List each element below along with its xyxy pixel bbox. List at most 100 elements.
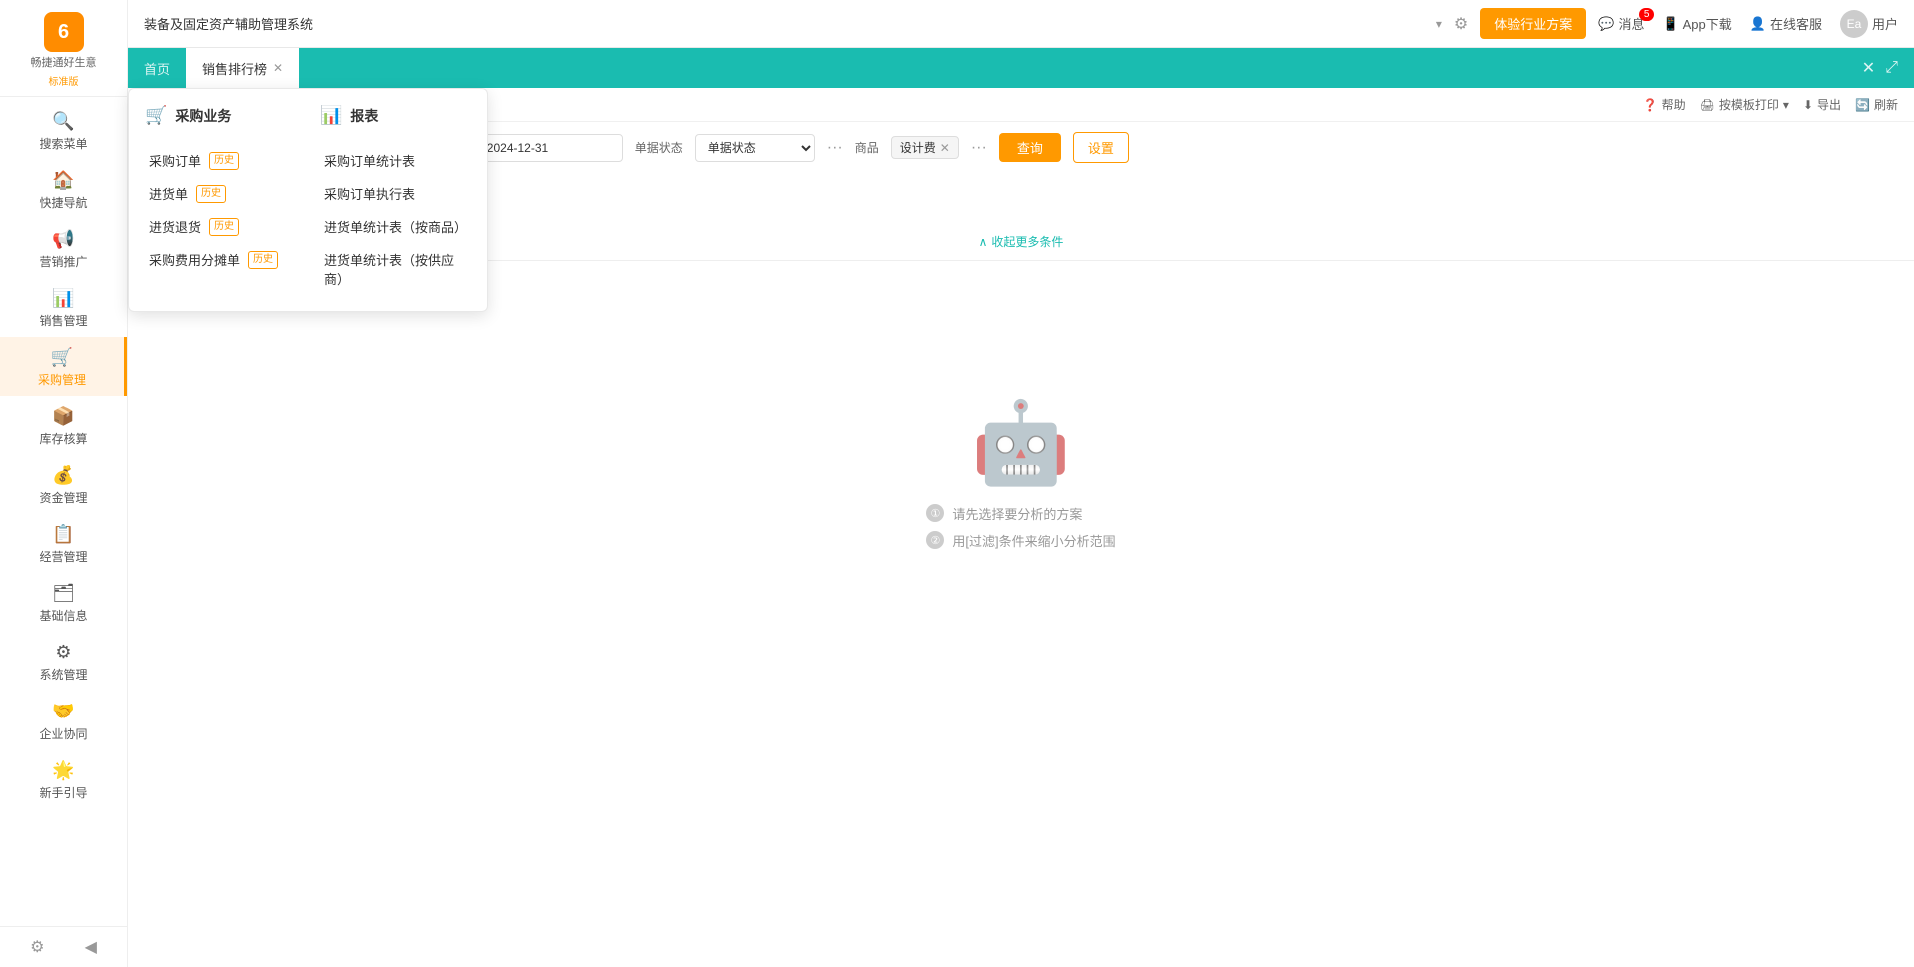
sidebar-item-label: 基础信息 xyxy=(39,607,87,624)
help-icon: ❓ xyxy=(1643,98,1658,112)
sidebar-item-label: 企业协同 xyxy=(39,725,87,742)
sidebar-item-finance[interactable]: 💰 资金管理 xyxy=(0,455,127,514)
user-label: 用户 xyxy=(1872,14,1898,33)
topbar-dropdown-arrow[interactable]: ▾ xyxy=(1436,17,1442,31)
print-btn[interactable]: 🖨 按模板打印 ▾ xyxy=(1700,96,1789,113)
empty-illustration: 🤖 xyxy=(971,396,1071,490)
dropdown-item-purchase-order-stat[interactable]: 采购订单统计表 xyxy=(320,144,471,177)
sidebar-item-system[interactable]: ⚙ 系统管理 xyxy=(0,632,127,691)
sidebar-item-corp[interactable]: 🤝 企业协同 xyxy=(0,691,127,750)
dropdown-item-purchase-order-exec[interactable]: 采购订单执行表 xyxy=(320,177,471,210)
print-label: 按模板打印 xyxy=(1719,96,1779,113)
sidebar-item-quick[interactable]: 🏠 快捷导航 xyxy=(0,160,127,219)
empty-text: ① 请先选择要分析的方案 ② 用[过滤]条件来缩小分析范围 xyxy=(926,504,1115,550)
system-icon: ⚙ xyxy=(55,642,71,663)
collapse-btn[interactable]: ∧ 收起更多条件 xyxy=(979,233,1064,250)
sidebar-item-inventory[interactable]: 📦 库存核算 xyxy=(0,396,127,455)
tab-sales-rank[interactable]: 销售排行榜 ✕ xyxy=(186,48,299,88)
goods-tag-remove[interactable]: ✕ xyxy=(940,141,950,155)
dropdown-col-report-label: 报表 xyxy=(350,106,378,126)
sidebar-item-operation[interactable]: 📋 经营管理 xyxy=(0,514,127,573)
topbar-title: 装备及固定资产辅助管理系统 xyxy=(144,14,1424,33)
user-btn[interactable]: Ea 用户 xyxy=(1840,10,1898,38)
sidebar-item-label: 营销推广 xyxy=(39,253,87,270)
help-label: 帮助 xyxy=(1662,96,1686,113)
collapse-arrow-icon: ∧ xyxy=(979,235,988,249)
dropdown-item-inbound-stat-supplier[interactable]: 进货单统计表（按供应商） xyxy=(320,243,471,295)
tab-close-icon[interactable]: ✕ xyxy=(273,61,283,75)
settings-icon[interactable]: ⚙ xyxy=(30,937,44,957)
hist-badge: 历史 xyxy=(209,218,239,236)
help-btn[interactable]: ❓ 帮助 xyxy=(1643,96,1686,113)
collapse-sidebar-icon[interactable]: ◀ xyxy=(85,937,97,957)
dropdown-item-label: 进货单统计表（按商品） xyxy=(324,217,467,236)
hist-badge: 历史 xyxy=(248,251,278,269)
app-icon: 📱 xyxy=(1662,16,1678,32)
tabbar-close-icon[interactable]: ✕ xyxy=(1862,58,1875,78)
sidebar-logo: 6 畅捷通好生意 标准版 xyxy=(0,0,127,97)
dropdown-item-inbound-stat-goods[interactable]: 进货单统计表（按商品） xyxy=(320,210,471,243)
tabbar: 首页 销售排行榜 ✕ ✕ ⤢ xyxy=(128,48,1914,88)
hist-badge: 历史 xyxy=(196,185,226,203)
dropdown-col-purchase-title: 🛒 采购业务 xyxy=(145,105,296,132)
hist-badge: 历史 xyxy=(209,152,239,170)
export-btn[interactable]: ⬇ 导出 xyxy=(1803,96,1841,113)
service-label: 在线客服 xyxy=(1770,14,1822,33)
goods-label: 商品 xyxy=(855,139,879,156)
sidebar-item-label: 库存核算 xyxy=(39,430,87,447)
home-icon: 🏠 xyxy=(52,170,74,191)
dropdown-item-inbound-return[interactable]: 进货退货 历史 xyxy=(145,210,296,243)
industry-btn[interactable]: 体验行业方案 xyxy=(1480,8,1586,39)
sidebar-item-label: 经营管理 xyxy=(39,548,87,565)
sidebar-item-purchase[interactable]: 🛒 采购管理 xyxy=(0,337,127,396)
sidebar-item-label: 系统管理 xyxy=(39,666,87,683)
app-download-btn[interactable]: 📱 App下载 xyxy=(1662,14,1731,33)
message-btn[interactable]: 💬 消息 5 xyxy=(1598,14,1644,33)
dropdown-item-inbound[interactable]: 进货单 历史 xyxy=(145,177,296,210)
marketing-icon: 📢 xyxy=(52,229,74,250)
dropdown-item-purchase-order[interactable]: 采购订单 历史 xyxy=(145,144,296,177)
query-btn[interactable]: 查询 xyxy=(999,133,1061,162)
sidebar-item-guide[interactable]: 🌟 新手引导 xyxy=(0,750,127,809)
tabbar-right: ✕ ⤢ xyxy=(1846,58,1914,78)
status-label: 单据状态 xyxy=(635,139,683,156)
sidebar-item-search[interactable]: 🔍 搜索菜单 xyxy=(0,101,127,160)
content-area: 🤖 ① 请先选择要分析的方案 ② 用[过滤]条件来缩小分析范围 xyxy=(128,261,1914,967)
step-number-2: ② xyxy=(926,531,944,549)
sidebar-item-sales[interactable]: 📊 销售管理 xyxy=(0,278,127,337)
topbar-right: 💬 消息 5 📱 App下载 👤 在线客服 Ea 用户 xyxy=(1598,10,1898,38)
sidebar-item-label: 销售管理 xyxy=(39,312,87,329)
topbar-gear-icon[interactable]: ⚙ xyxy=(1454,14,1468,34)
tabbar-expand-icon[interactable]: ⤢ xyxy=(1885,59,1898,77)
sidebar-item-basic[interactable]: 🗂 基础信息 xyxy=(0,573,127,632)
collapse-label: 收起更多条件 xyxy=(991,233,1063,250)
empty-step-2: ② 用[过滤]条件来缩小分析范围 xyxy=(926,531,1115,550)
tab-home[interactable]: 首页 xyxy=(128,48,186,88)
dropdown-item-label: 采购订单 xyxy=(149,151,201,170)
refresh-icon: 🔄 xyxy=(1855,98,1870,112)
refresh-btn[interactable]: 🔄 刷新 xyxy=(1855,96,1898,113)
dropdown-col-purchase-label: 采购业务 xyxy=(175,106,231,126)
dropdown-col-report: 📊 报表 采购订单统计表 采购订单执行表 进货单统计表（按商品） 进货单统计表（… xyxy=(320,105,471,295)
app-label: App下载 xyxy=(1683,14,1732,33)
logo-tag: 标准版 xyxy=(49,73,79,88)
sidebar-nav: 🔍 搜索菜单 🏠 快捷导航 📢 营销推广 📊 销售管理 🛒 采购管理 📦 库存核… xyxy=(0,97,127,926)
sidebar-item-marketing[interactable]: 📢 营销推广 xyxy=(0,219,127,278)
goods-tag: 设计费 ✕ xyxy=(891,136,959,159)
step-label-2: 用[过滤]条件来缩小分析范围 xyxy=(952,531,1115,550)
logo-icon: 6 xyxy=(44,12,84,52)
dropdown-item-label: 进货单统计表（按供应商） xyxy=(324,250,467,288)
empty-step-1: ① 请先选择要分析的方案 xyxy=(926,504,1115,523)
print-icon: 🖨 xyxy=(1700,98,1715,112)
status-dots[interactable]: ··· xyxy=(827,139,843,157)
search-icon: 🔍 xyxy=(52,111,74,132)
topbar: 装备及固定资产辅助管理系统 ▾ ⚙ 体验行业方案 💬 消息 5 📱 App下载 … xyxy=(128,0,1914,48)
dropdown-item-purchase-expense[interactable]: 采购费用分摊单 历史 xyxy=(145,243,296,276)
set-btn[interactable]: 设置 xyxy=(1073,132,1129,163)
main-area: 装备及固定资产辅助管理系统 ▾ ⚙ 体验行业方案 💬 消息 5 📱 App下载 … xyxy=(128,0,1914,967)
goods-dots[interactable]: ··· xyxy=(971,139,987,157)
dropdown-menu: 🛒 采购业务 采购订单 历史 进货单 历史 进货退货 历史 采购费用分摊单 xyxy=(128,88,488,312)
purchase-col-icon: 🛒 xyxy=(145,105,167,126)
service-btn[interactable]: 👤 在线客服 xyxy=(1750,14,1822,33)
status-select[interactable]: 单据状态 xyxy=(695,134,815,162)
